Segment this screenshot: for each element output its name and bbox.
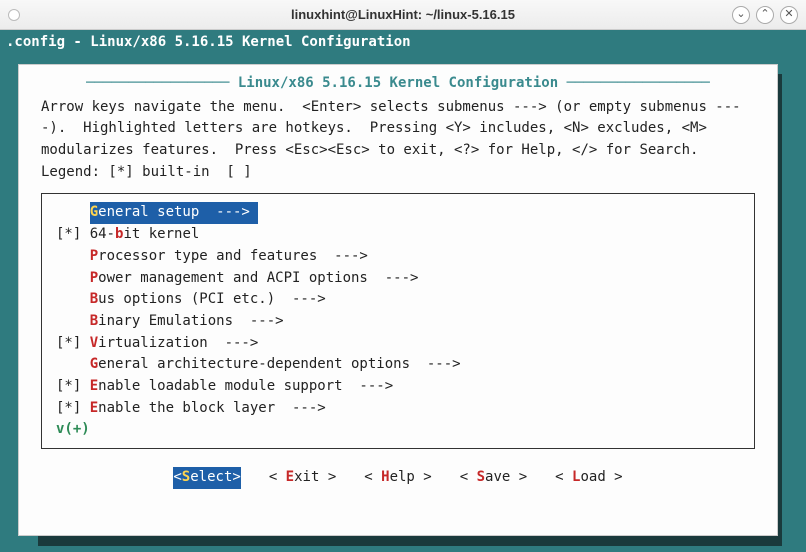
menu-item-prefix [56,246,90,268]
menu-item-label: 64-bit kernel [90,224,200,246]
menu-item[interactable]: General architecture-dependent options -… [56,354,740,376]
minimize-button[interactable]: ⌄ [732,6,750,24]
menu-item-text: ower management and ACPI options ---> [98,270,418,286]
button-hotkey: E [286,469,294,485]
button-hotkey: S [477,469,485,485]
menu-item-label: Enable the block layer ---> [90,398,326,420]
title-dash-left: ───────────────── [86,75,238,91]
button-open-bracket: < [364,469,381,485]
titlebar: linuxhint@LinuxHint: ~/linux-5.16.15 ⌄ ⌃… [0,0,806,30]
menu-item-prefix: [*] [56,333,90,355]
menu-item[interactable]: Bus options (PCI etc.) ---> [56,289,740,311]
dialog-button[interactable]: < Load > [555,467,622,489]
menu-item-hotkey: B [90,291,98,307]
dialog-button[interactable]: < Save > [460,467,527,489]
window-controls: ⌄ ⌃ ✕ [732,6,798,24]
menu-item-label: Virtualization ---> [90,333,259,355]
help-text: Arrow keys navigate the menu. <Enter> se… [41,97,755,184]
app-icon [8,9,20,21]
dialog-title-text: Linux/x86 5.16.15 Kernel Configuration [238,75,558,91]
dialog-button[interactable]: < Exit > [269,467,336,489]
menu-item-prefix: [*] [56,224,90,246]
dialog-button[interactable]: < Help > [364,467,431,489]
menu-item-label: Bus options (PCI etc.) ---> [90,289,326,311]
button-hotkey: H [381,469,389,485]
menu-item-hotkey: V [90,335,98,351]
button-text: elect> [190,469,241,485]
menu-item[interactable]: Processor type and features ---> [56,246,740,268]
menu-item-pretext: 64- [90,226,115,242]
button-open-bracket: < [269,469,286,485]
button-open-bracket: < [173,469,181,485]
terminal-window: linuxhint@LinuxHint: ~/linux-5.16.15 ⌄ ⌃… [0,0,806,552]
terminal-body: .config - Linux/x86 5.16.15 Kernel Confi… [0,30,806,552]
close-button[interactable]: ✕ [780,6,798,24]
menu-item-text: us options (PCI etc.) ---> [98,291,326,307]
menu-item[interactable]: [*] Enable the block layer ---> [56,398,740,420]
menu-item[interactable]: Power management and ACPI options ---> [56,268,740,290]
menu-item-prefix: [*] [56,398,90,420]
menu-item[interactable]: [*] 64-bit kernel [56,224,740,246]
menu-item-label: General setup ---> [90,202,259,224]
button-text: xit > [294,469,336,485]
menuconfig-dialog: ───────────────── Linux/x86 5.16.15 Kern… [18,64,778,536]
menu-item-hotkey: G [90,204,98,220]
menu-item-label: Power management and ACPI options ---> [90,268,419,290]
menu-item[interactable]: General setup ---> [56,202,740,224]
button-row: <Select>< Exit >< Help >< Save >< Load > [41,467,755,489]
button-text: oad > [580,469,622,485]
more-indicator: v(+) [56,419,740,441]
button-text: elp > [390,469,432,485]
menu-item-text: inary Emulations ---> [98,313,283,329]
dialog-title: ───────────────── Linux/x86 5.16.15 Kern… [41,73,755,95]
button-open-bracket: < [555,469,572,485]
menu-item-hotkey: B [90,313,98,329]
menu-item-text: eneral setup ---> [98,204,250,220]
menu-item-hotkey: E [90,378,98,394]
menu-item[interactable]: [*] Virtualization ---> [56,333,740,355]
menu-list: General setup --->[*] 64-bit kernel Proc… [41,193,755,449]
menu-item-hotkey: P [90,270,98,286]
menu-item-text: irtualization ---> [98,335,258,351]
menu-item-prefix: [*] [56,376,90,398]
menu-item-text: eneral architecture-dependent options --… [98,356,460,372]
menu-item-prefix [56,354,90,376]
menu-item-prefix [56,202,90,224]
menu-item[interactable]: [*] Enable loadable module support ---> [56,376,740,398]
menu-item-hotkey: P [90,248,98,264]
menu-item-label: Binary Emulations ---> [90,311,284,333]
menu-item-prefix [56,289,90,311]
menu-item-hotkey: E [90,400,98,416]
menu-item-prefix [56,268,90,290]
menu-item-label: Enable loadable module support ---> [90,376,393,398]
menu-item-text: rocessor type and features ---> [98,248,368,264]
menu-item-label: General architecture-dependent options -… [90,354,461,376]
menu-item-text: it kernel [123,226,199,242]
dialog-button[interactable]: <Select> [173,467,240,489]
menu-item-text: nable the block layer ---> [98,400,326,416]
button-open-bracket: < [460,469,477,485]
menu-item-hotkey: G [90,356,98,372]
title-dash-right: ───────────────── [558,75,710,91]
button-text: ave > [485,469,527,485]
config-header: .config - Linux/x86 5.16.15 Kernel Confi… [0,32,806,54]
menu-item-text: nable loadable module support ---> [98,378,393,394]
maximize-button[interactable]: ⌃ [756,6,774,24]
menu-item-label: Processor type and features ---> [90,246,368,268]
button-hotkey: S [182,469,190,485]
window-title: linuxhint@LinuxHint: ~/linux-5.16.15 [0,7,806,22]
menu-item[interactable]: Binary Emulations ---> [56,311,740,333]
menu-item-prefix [56,311,90,333]
